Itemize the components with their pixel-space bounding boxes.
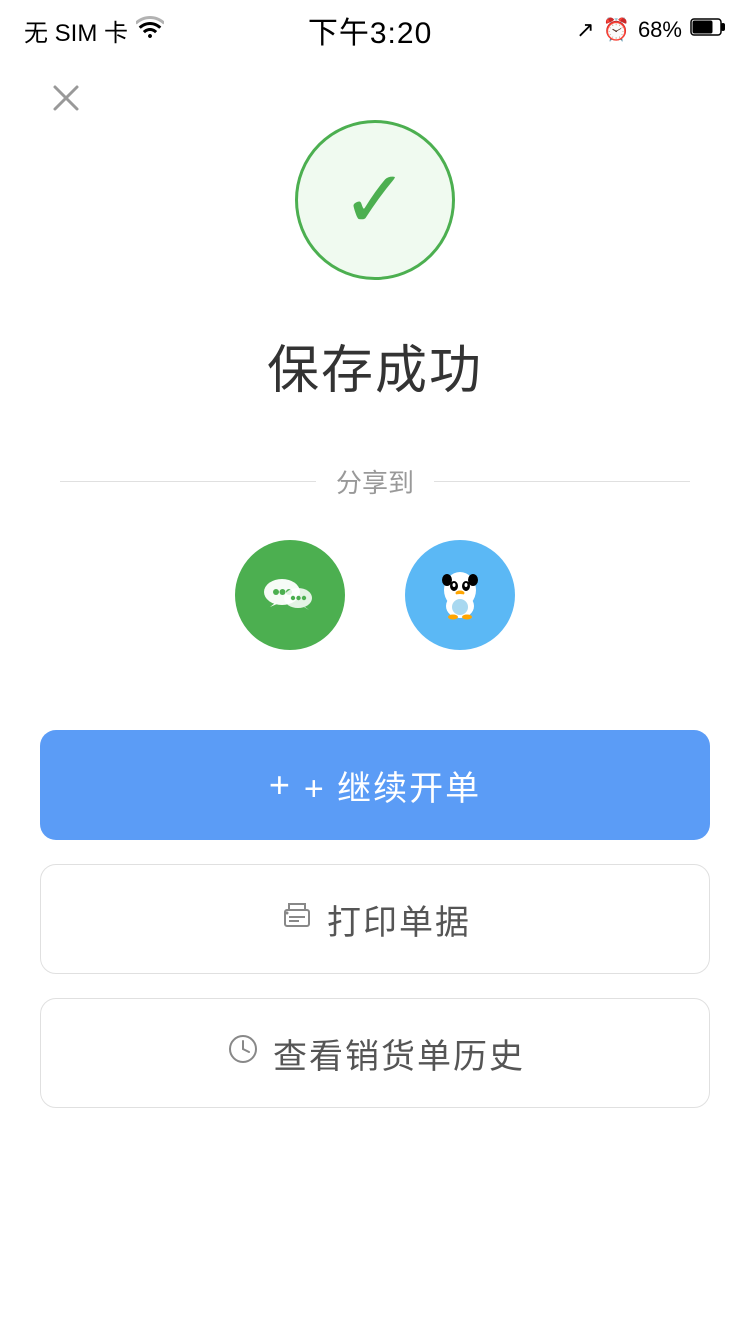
continue-button[interactable]: + + 继续开单 [40, 730, 710, 840]
time-display: 下午3:20 [308, 8, 432, 52]
location-icon: ↗ [576, 17, 594, 43]
buttons-area: + + 继续开单 打印单据 [0, 730, 750, 1108]
continue-label: + 继续开单 [304, 761, 481, 810]
status-right: ↗ ⏰ 68% [576, 17, 726, 43]
continue-plus-icon: + [269, 764, 292, 806]
no-sim-label: 无 SIM 卡 [24, 13, 128, 48]
qq-share-button[interactable] [405, 540, 515, 650]
status-left: 无 SIM 卡 [24, 13, 164, 48]
alarm-icon: ⏰ [603, 17, 630, 43]
divider-line-right [434, 481, 690, 482]
history-label: 查看销货单历史 [273, 1029, 525, 1078]
wifi-icon [136, 16, 164, 45]
main-content: ✓ 保存成功 分享到 [0, 60, 750, 1334]
success-title: 保存成功 [267, 328, 483, 403]
status-bar: 无 SIM 卡 下午3:20 ↗ ⏰ 68% [0, 0, 750, 60]
history-icon [225, 1031, 261, 1076]
share-label: 分享到 [316, 463, 434, 500]
print-label: 打印单据 [327, 895, 471, 944]
wechat-share-button[interactable] [235, 540, 345, 650]
success-circle: ✓ [295, 120, 455, 280]
print-button[interactable]: 打印单据 [40, 864, 710, 974]
history-button[interactable]: 查看销货单历史 [40, 998, 710, 1108]
share-divider: 分享到 [0, 463, 750, 500]
checkmark-icon: ✓ [341, 160, 408, 240]
divider-line-left [60, 481, 316, 482]
print-icon [279, 897, 315, 942]
close-button[interactable] [40, 72, 92, 124]
share-row [235, 540, 515, 650]
battery-icon [690, 17, 726, 43]
battery-label: 68% [638, 17, 682, 43]
